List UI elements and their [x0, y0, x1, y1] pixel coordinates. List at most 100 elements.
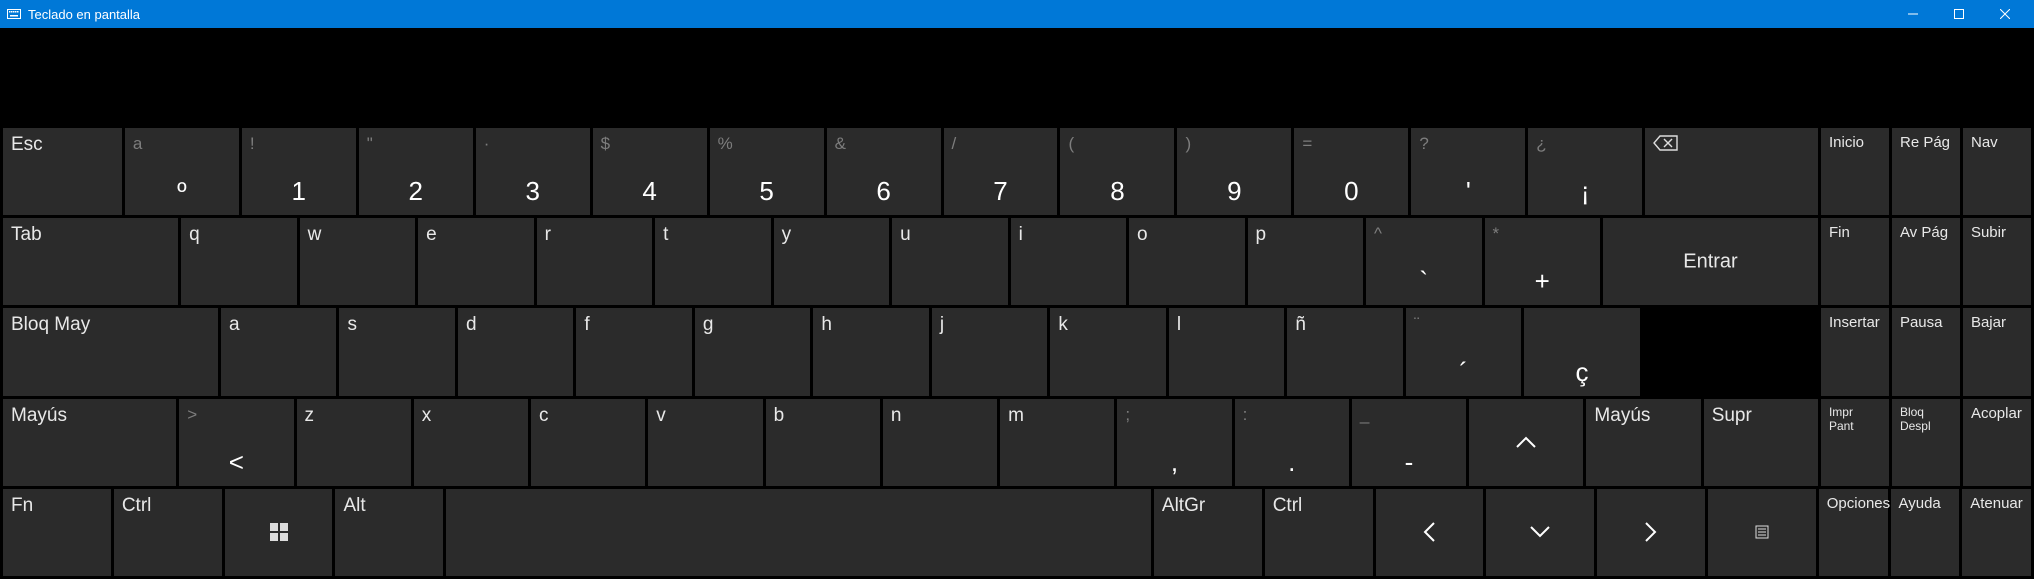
key-apostrophe[interactable]: ?' — [1411, 128, 1525, 215]
key-printscreen[interactable]: Impr Pant — [1821, 399, 1889, 486]
keyboard: Esc aº !1 "2 ·3 $4 %5 &6 /7 (8 )9 =0 ?' … — [0, 128, 2034, 579]
key-end[interactable]: Fin — [1821, 218, 1889, 305]
row-5: Fn Ctrl Alt AltGr Ctrl Opciones Ayuda At… — [3, 489, 2031, 576]
key-period[interactable]: :. — [1235, 399, 1349, 486]
key-grave[interactable]: aº — [125, 128, 239, 215]
key-y[interactable]: y — [774, 218, 889, 305]
key-ctrl-right[interactable]: Ctrl — [1265, 489, 1373, 576]
key-j[interactable]: j — [932, 308, 1047, 395]
windows-icon — [270, 523, 288, 541]
key-pgdn[interactable]: Av Pág — [1892, 218, 1960, 305]
key-comma[interactable]: ;, — [1117, 399, 1231, 486]
key-down-side[interactable]: Bajar — [1963, 308, 2031, 395]
key-shift-right[interactable]: Mayús — [1586, 399, 1700, 486]
key-insert[interactable]: Insertar — [1821, 308, 1889, 395]
key-options[interactable]: Opciones — [1819, 489, 1888, 576]
key-altgr[interactable]: AltGr — [1154, 489, 1262, 576]
key-v[interactable]: v — [648, 399, 762, 486]
key-g[interactable]: g — [695, 308, 810, 395]
key-0[interactable]: =0 — [1294, 128, 1408, 215]
key-context-menu[interactable] — [1708, 489, 1816, 576]
key-u[interactable]: u — [892, 218, 1007, 305]
up-arrow-icon — [1515, 435, 1537, 449]
key-esc[interactable]: Esc — [3, 128, 122, 215]
left-arrow-icon — [1422, 521, 1436, 543]
key-k[interactable]: k — [1050, 308, 1165, 395]
key-delete[interactable]: Supr — [1704, 399, 1818, 486]
key-shift-left[interactable]: Mayús — [3, 399, 176, 486]
key-capslock[interactable]: Bloq May — [3, 308, 218, 395]
key-caret[interactable]: ^` — [1366, 218, 1481, 305]
key-m[interactable]: m — [1000, 399, 1114, 486]
key-x[interactable]: x — [414, 399, 528, 486]
key-arrow-down[interactable] — [1486, 489, 1594, 576]
key-i[interactable]: i — [1011, 218, 1126, 305]
key-a[interactable]: a — [221, 308, 336, 395]
key-fn[interactable]: Fn — [3, 489, 111, 576]
key-1[interactable]: !1 — [242, 128, 356, 215]
key-ñ[interactable]: ñ — [1287, 308, 1402, 395]
key-ccedilla[interactable]: ç — [1524, 308, 1639, 395]
key-7[interactable]: /7 — [944, 128, 1058, 215]
key-5[interactable]: %5 — [710, 128, 824, 215]
right-arrow-icon — [1644, 521, 1658, 543]
key-help[interactable]: Ayuda — [1891, 489, 1960, 576]
key-r[interactable]: r — [537, 218, 652, 305]
key-3[interactable]: ·3 — [476, 128, 590, 215]
key-z[interactable]: z — [297, 399, 411, 486]
key-space[interactable] — [446, 489, 1151, 576]
key-o[interactable]: o — [1129, 218, 1244, 305]
key-b[interactable]: b — [766, 399, 880, 486]
key-arrow-right[interactable] — [1597, 489, 1705, 576]
key-n[interactable]: n — [883, 399, 997, 486]
key-nav[interactable]: Nav — [1963, 128, 2031, 215]
key-ctrl-left[interactable]: Ctrl — [114, 489, 222, 576]
key-windows[interactable] — [225, 489, 333, 576]
key-invexcl[interactable]: ¿¡ — [1528, 128, 1642, 215]
row-1: Esc aº !1 "2 ·3 $4 %5 &6 /7 (8 )9 =0 ?' … — [3, 128, 2031, 215]
key-plus[interactable]: *+ — [1485, 218, 1600, 305]
key-4[interactable]: $4 — [593, 128, 707, 215]
key-s[interactable]: s — [339, 308, 454, 395]
key-f[interactable]: f — [576, 308, 691, 395]
key-p[interactable]: p — [1248, 218, 1363, 305]
key-q[interactable]: q — [181, 218, 296, 305]
backspace-icon — [1653, 134, 1679, 152]
key-9[interactable]: )9 — [1177, 128, 1291, 215]
key-scrolllock[interactable]: Bloq Despl — [1892, 399, 1960, 486]
key-arrow-left[interactable] — [1376, 489, 1484, 576]
key-l[interactable]: l — [1169, 308, 1284, 395]
close-button[interactable] — [1982, 0, 2028, 28]
key-pgup[interactable]: Re Pág — [1892, 128, 1960, 215]
key-h[interactable]: h — [813, 308, 928, 395]
key-up-side[interactable]: Subir — [1963, 218, 2031, 305]
key-enter[interactable]: Entrar — [1603, 218, 1818, 305]
titlebar: Teclado en pantalla — [0, 0, 2034, 28]
key-e[interactable]: e — [418, 218, 533, 305]
key-c[interactable]: c — [531, 399, 645, 486]
key-alt[interactable]: Alt — [335, 489, 443, 576]
key-dash[interactable]: _- — [1352, 399, 1466, 486]
row-3: Bloq May a s d f g h j k l ñ ¨´ ç Insert… — [3, 308, 2031, 395]
key-backspace[interactable] — [1645, 128, 1818, 215]
down-arrow-icon — [1529, 525, 1551, 539]
maximize-button[interactable] — [1936, 0, 1982, 28]
key-t[interactable]: t — [655, 218, 770, 305]
key-tab[interactable]: Tab — [3, 218, 178, 305]
keyboard-app-icon — [6, 6, 22, 22]
key-8[interactable]: (8 — [1060, 128, 1174, 215]
preview-area — [0, 28, 2034, 128]
key-pause[interactable]: Pausa — [1892, 308, 1960, 395]
key-fade[interactable]: Atenuar — [1962, 489, 2031, 576]
key-dock[interactable]: Acoplar — [1963, 399, 2031, 486]
key-angle[interactable]: >< — [179, 399, 293, 486]
key-2[interactable]: "2 — [359, 128, 473, 215]
key-acute[interactable]: ¨´ — [1406, 308, 1521, 395]
key-6[interactable]: &6 — [827, 128, 941, 215]
minimize-button[interactable] — [1890, 0, 1936, 28]
key-home[interactable]: Inicio — [1821, 128, 1889, 215]
key-arrow-up[interactable] — [1469, 399, 1583, 486]
menu-icon — [1755, 525, 1769, 539]
key-d[interactable]: d — [458, 308, 573, 395]
key-w[interactable]: w — [300, 218, 415, 305]
